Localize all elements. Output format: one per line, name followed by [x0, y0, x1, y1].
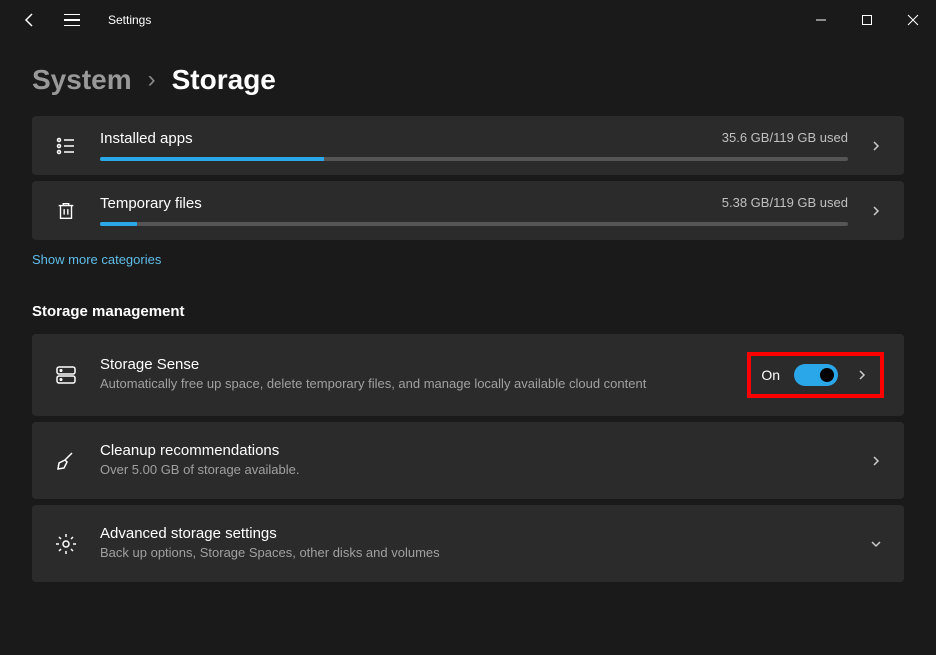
breadcrumb: System › Storage — [0, 40, 936, 116]
drive-icon — [52, 361, 80, 389]
close-button[interactable] — [890, 0, 936, 40]
chevron-down-icon — [868, 536, 884, 552]
chevron-right-icon — [868, 138, 884, 154]
minimize-button[interactable] — [798, 0, 844, 40]
show-more-categories-link[interactable]: Show more categories — [32, 252, 904, 267]
progress-bar — [100, 157, 848, 161]
category-usage: 5.38 GB/119 GB used — [722, 195, 848, 210]
trash-icon — [52, 197, 80, 225]
toggle-state-label: On — [761, 367, 780, 383]
category-temporary-files[interactable]: Temporary files 5.38 GB/119 GB used — [32, 181, 904, 240]
progress-bar — [100, 222, 848, 226]
broom-icon — [52, 447, 80, 475]
section-heading: Storage management — [32, 303, 904, 320]
chevron-right-icon — [854, 367, 870, 383]
storage-sense-description: Automatically free up space, delete temp… — [100, 375, 690, 393]
page-title: Storage — [172, 64, 276, 96]
highlight-annotation: On — [747, 352, 884, 398]
storage-sense-title: Storage Sense — [100, 356, 727, 373]
category-title: Installed apps — [100, 130, 193, 147]
breadcrumb-system[interactable]: System — [32, 64, 132, 96]
advanced-description: Back up options, Storage Spaces, other d… — [100, 544, 690, 562]
chevron-right-icon — [868, 203, 884, 219]
category-title: Temporary files — [100, 195, 202, 212]
apps-icon — [52, 132, 80, 160]
storage-sense-row[interactable]: Storage Sense Automatically free up spac… — [32, 334, 904, 416]
cleanup-recommendations-row[interactable]: Cleanup recommendations Over 5.00 GB of … — [32, 422, 904, 499]
maximize-button[interactable] — [844, 0, 890, 40]
cleanup-description: Over 5.00 GB of storage available. — [100, 461, 690, 479]
gear-icon — [52, 530, 80, 558]
app-title: Settings — [108, 13, 151, 27]
cleanup-title: Cleanup recommendations — [100, 442, 848, 459]
category-usage: 35.6 GB/119 GB used — [722, 130, 848, 145]
chevron-right-icon — [868, 453, 884, 469]
back-button[interactable] — [20, 10, 40, 30]
advanced-title: Advanced storage settings — [100, 525, 848, 542]
breadcrumb-separator: › — [148, 66, 156, 94]
advanced-storage-row[interactable]: Advanced storage settings Back up option… — [32, 505, 904, 582]
hamburger-menu-icon[interactable] — [64, 10, 84, 30]
titlebar: Settings — [0, 0, 936, 40]
storage-sense-toggle[interactable] — [794, 364, 838, 386]
category-installed-apps[interactable]: Installed apps 35.6 GB/119 GB used — [32, 116, 904, 175]
